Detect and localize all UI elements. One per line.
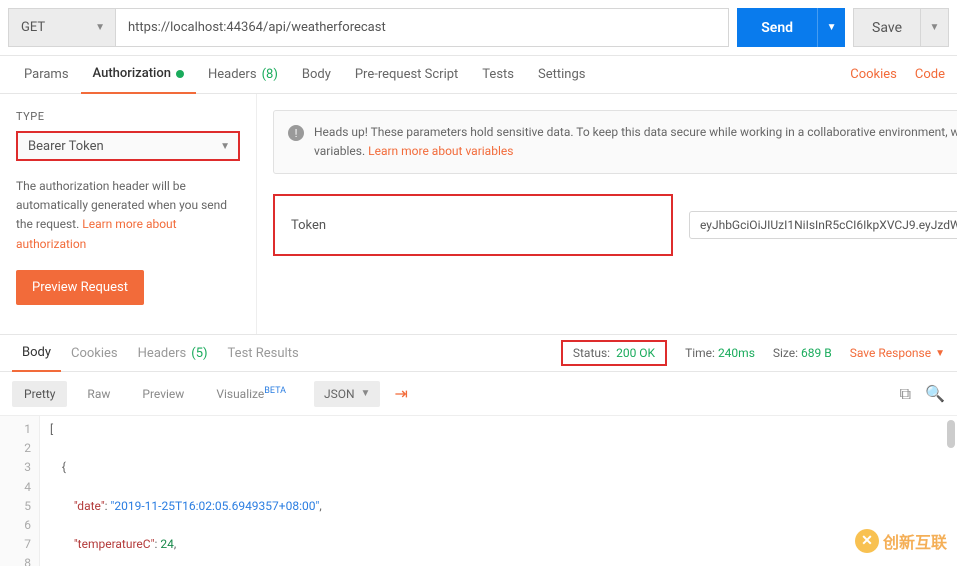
chevron-down-icon: ▼ bbox=[827, 22, 837, 33]
watermark-icon: ✕ bbox=[855, 529, 879, 553]
chevron-down-icon: ▼ bbox=[220, 141, 230, 152]
time-meta: Time: 240ms bbox=[685, 346, 755, 360]
resp-tab-headers[interactable]: Headers(5) bbox=[128, 334, 218, 372]
chevron-down-icon: ▼ bbox=[361, 388, 371, 399]
token-field-row: Token bbox=[273, 194, 957, 256]
copy-icon[interactable]: ⧉ bbox=[900, 384, 911, 404]
auth-help-text: The authorization header will be automat… bbox=[16, 177, 240, 254]
request-bar: GET ▼ Send ▼ Save ▼ bbox=[0, 0, 957, 56]
token-input[interactable] bbox=[689, 211, 957, 239]
view-pretty[interactable]: Pretty bbox=[12, 381, 67, 407]
send-group: Send ▼ bbox=[737, 8, 845, 47]
auth-type-value: Bearer Token bbox=[28, 139, 104, 154]
wrap-icon[interactable]: ⇥ bbox=[394, 384, 407, 403]
watermark: ✕ 创新互联 bbox=[855, 529, 947, 553]
tab-headers[interactable]: Headers(8) bbox=[196, 56, 290, 94]
view-raw[interactable]: Raw bbox=[75, 381, 122, 407]
view-preview[interactable]: Preview bbox=[130, 381, 196, 407]
info-banner: ! Heads up! These parameters hold sensit… bbox=[273, 110, 957, 174]
authorization-panel: TYPE Bearer Token ▼ The authorization he… bbox=[0, 94, 957, 334]
resp-tab-body[interactable]: Body bbox=[12, 334, 61, 372]
view-visualize[interactable]: VisualizeBETA bbox=[204, 380, 298, 407]
method-select[interactable]: GET ▼ bbox=[8, 8, 116, 47]
line-gutter: 12345678 bbox=[0, 416, 40, 566]
save-response-button[interactable]: Save Response▼ bbox=[850, 346, 945, 360]
method-value: GET bbox=[21, 20, 45, 35]
auth-type-select[interactable]: Bearer Token ▼ bbox=[16, 131, 240, 161]
response-tabs: Body Cookies Headers(5) Test Results Sta… bbox=[0, 334, 957, 372]
tab-settings[interactable]: Settings bbox=[526, 56, 597, 94]
scrollbar-thumb[interactable] bbox=[947, 420, 955, 448]
cookies-link[interactable]: Cookies bbox=[850, 67, 897, 82]
type-label: TYPE bbox=[16, 110, 240, 123]
search-icon[interactable]: 🔍 bbox=[925, 384, 945, 404]
send-dropdown[interactable]: ▼ bbox=[817, 8, 845, 47]
tab-authorization[interactable]: Authorization bbox=[81, 56, 196, 94]
resp-tab-testresults[interactable]: Test Results bbox=[218, 334, 309, 372]
info-text: Heads up! These parameters hold sensitiv… bbox=[314, 123, 957, 161]
info-icon: ! bbox=[288, 125, 304, 141]
code-link[interactable]: Code bbox=[915, 67, 945, 82]
tab-params[interactable]: Params bbox=[12, 56, 81, 94]
tab-tests[interactable]: Tests bbox=[470, 56, 526, 94]
save-group: Save ▼ bbox=[853, 8, 949, 47]
tabs-right: Cookies Code bbox=[850, 67, 945, 82]
save-dropdown[interactable]: ▼ bbox=[921, 8, 949, 47]
view-right: ⧉ 🔍 bbox=[900, 384, 945, 404]
preview-request-button[interactable]: Preview Request bbox=[16, 270, 144, 305]
chevron-down-icon: ▼ bbox=[930, 22, 940, 33]
view-bar: Pretty Raw Preview VisualizeBETA JSON▼ ⇥… bbox=[0, 372, 957, 416]
size-meta: Size: 689 B bbox=[773, 346, 832, 360]
save-button[interactable]: Save bbox=[853, 8, 921, 47]
auth-sidebar: TYPE Bearer Token ▼ The authorization he… bbox=[0, 94, 257, 334]
status-dot-icon bbox=[176, 70, 184, 78]
token-label: Token bbox=[291, 218, 326, 233]
response-meta: Status: 200 OK Time: 240ms Size: 689 B S… bbox=[561, 340, 945, 366]
chevron-down-icon: ▼ bbox=[95, 22, 105, 33]
tab-body[interactable]: Body bbox=[290, 56, 343, 94]
auth-content: ! Heads up! These parameters hold sensit… bbox=[257, 94, 957, 334]
code-content[interactable]: [ { "date": "2019-11-25T16:02:05.6949357… bbox=[40, 416, 957, 566]
chevron-down-icon: ▼ bbox=[935, 348, 945, 359]
resp-tab-cookies[interactable]: Cookies bbox=[61, 334, 128, 372]
token-highlight: Token bbox=[273, 194, 673, 256]
learn-variables-link[interactable]: Learn more about variables bbox=[368, 144, 513, 158]
request-tabs: Params Authorization Headers(8) Body Pre… bbox=[0, 56, 957, 94]
lang-select[interactable]: JSON▼ bbox=[314, 381, 380, 407]
response-body: 12345678 [ { "date": "2019-11-25T16:02:0… bbox=[0, 416, 957, 566]
send-button[interactable]: Send bbox=[737, 8, 817, 47]
url-input[interactable] bbox=[116, 8, 729, 47]
tab-prerequest[interactable]: Pre-request Script bbox=[343, 56, 470, 94]
status-badge: Status: 200 OK bbox=[561, 340, 667, 366]
